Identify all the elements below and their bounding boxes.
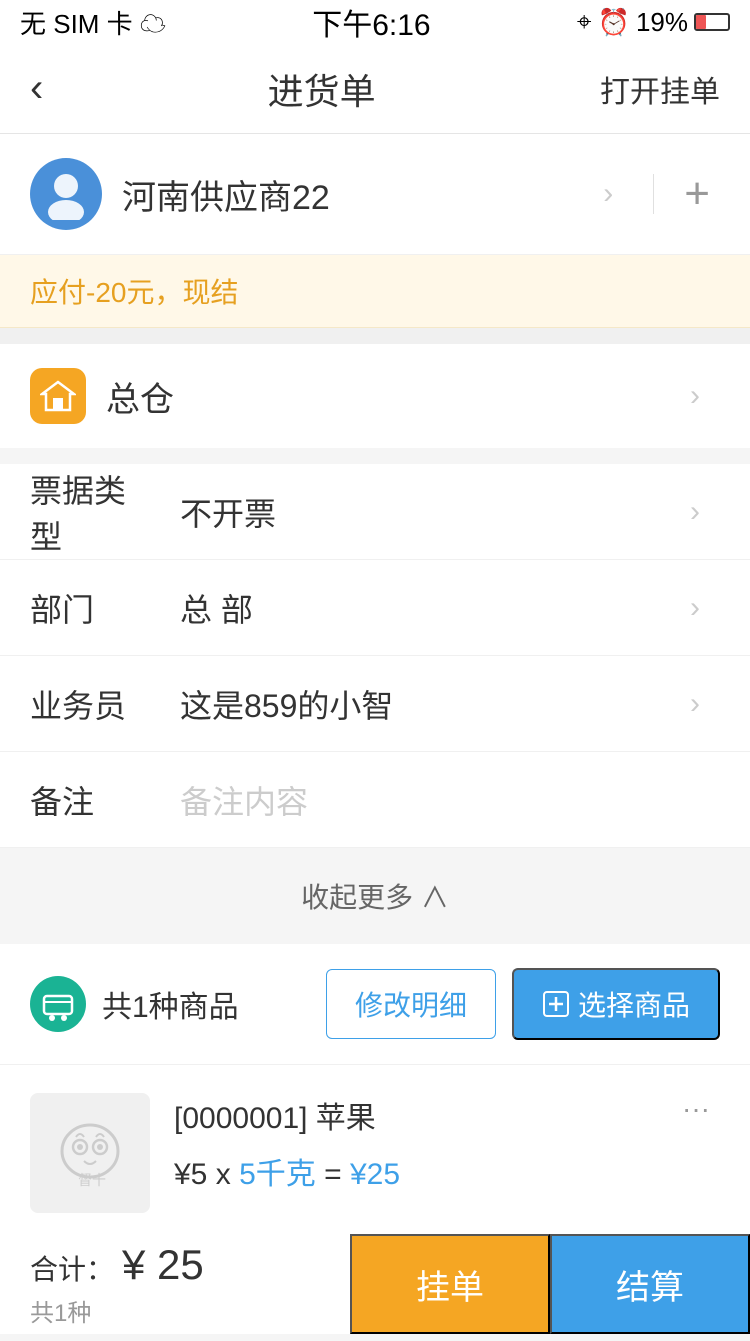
status-bar: 无 SIM 卡 ☁ 下午6:16 ⌖ ⏰ 19% xyxy=(0,0,750,44)
invoice-row[interactable]: 票据类型 不开票 › xyxy=(0,464,750,560)
salesman-row[interactable]: 业务员 这是859的小智 › xyxy=(0,656,750,752)
nav-bar: ‹ 进货单 打开挂单 xyxy=(0,44,750,134)
page-title: 进货单 xyxy=(268,63,376,115)
house-icon xyxy=(40,378,76,414)
bottom-bar: 合计： ¥ 25 共1种 挂单 结算 xyxy=(0,1234,750,1334)
status-left: 无 SIM 卡 ☁ xyxy=(20,4,166,41)
open-hang-button[interactable]: 打开挂单 xyxy=(600,67,720,111)
select-product-button[interactable]: 选择商品 xyxy=(512,968,720,1040)
warehouse-icon xyxy=(30,368,86,424)
department-chevron-icon: › xyxy=(690,591,700,625)
unit-price: ¥5 xyxy=(174,1158,207,1191)
collapse-row[interactable]: 收起更多 ∧ xyxy=(0,848,750,944)
select-product-icon xyxy=(542,990,570,1018)
svg-text:督十: 督十 xyxy=(78,1172,106,1188)
department-value: 总 部 xyxy=(150,585,690,631)
total-text: 合计： xyxy=(30,1248,114,1288)
products-icon xyxy=(30,976,86,1032)
payment-notice: 应付-20元，现结 xyxy=(0,255,750,328)
warehouse-row[interactable]: 总仓 › xyxy=(0,328,750,448)
warehouse-name: 总仓 xyxy=(106,372,690,421)
sim-text: 无 SIM 卡 ☁ xyxy=(20,4,166,41)
battery-icon xyxy=(694,13,730,31)
modify-detail-button[interactable]: 修改明细 xyxy=(326,969,496,1039)
equals-sign: = xyxy=(324,1158,350,1191)
supplier-divider xyxy=(653,174,654,214)
collapse-text: 收起更多 ∧ xyxy=(301,876,449,916)
select-product-label: 选择商品 xyxy=(578,984,690,1024)
product-info: [0000001] 苹果 ¥5 x 5千克 = ¥25 xyxy=(174,1093,672,1193)
person-icon xyxy=(40,168,92,220)
alarm-icon: ⏰ xyxy=(598,7,630,38)
product-name: [0000001] 苹果 xyxy=(174,1093,672,1137)
supplier-section: 河南供应商22 › + 应付-20元，现结 xyxy=(0,134,750,328)
product-thumbnail: 督十 xyxy=(30,1093,150,1213)
total-label: 合计： ¥ 25 xyxy=(30,1241,320,1289)
warehouse-chevron-icon: › xyxy=(690,379,700,413)
total-section: 合计： ¥ 25 共1种 xyxy=(0,1241,350,1328)
location-icon: ⌖ xyxy=(577,6,592,38)
product-placeholder-icon: 督十 xyxy=(50,1113,130,1193)
checkout-button[interactable]: 结算 xyxy=(550,1234,750,1334)
status-right: ⌖ ⏰ 19% xyxy=(577,6,730,38)
salesman-value: 这是859的小智 xyxy=(150,681,690,727)
salesman-chevron-icon: › xyxy=(690,687,700,721)
remark-row[interactable]: 备注 备注内容 xyxy=(0,752,750,848)
add-supplier-button[interactable]: + xyxy=(674,169,720,219)
supplier-name: 河南供应商22 xyxy=(122,170,603,219)
remark-input[interactable]: 备注内容 xyxy=(150,777,720,823)
status-time: 下午6:16 xyxy=(312,0,430,44)
invoice-chevron-icon: › xyxy=(690,495,700,529)
products-section: 共1种商品 修改明细 选择商品 督十 xyxy=(0,944,750,1241)
products-header: 共1种商品 修改明细 选择商品 xyxy=(0,944,750,1065)
remark-label: 备注 xyxy=(30,777,150,823)
total-amount: ¥ 25 xyxy=(122,1241,204,1289)
supplier-chevron-icon: › xyxy=(603,177,613,211)
multiply-sign: x xyxy=(216,1158,239,1191)
product-total: ¥25 xyxy=(350,1158,400,1191)
quantity: 5千克 xyxy=(239,1158,316,1191)
supplier-row[interactable]: 河南供应商22 › + xyxy=(0,134,750,255)
salesman-label: 业务员 xyxy=(30,681,150,727)
invoice-value: 不开票 xyxy=(150,489,690,535)
hang-button[interactable]: 挂单 xyxy=(350,1234,550,1334)
department-label: 部门 xyxy=(30,585,150,631)
back-button[interactable]: ‹ xyxy=(30,66,43,111)
total-sub: 共1种 xyxy=(30,1293,320,1328)
invoice-label: 票据类型 xyxy=(30,466,150,558)
product-item: 督十 [0000001] 苹果 ¥5 x 5千克 = ¥25 ··· xyxy=(0,1065,750,1241)
products-count: 共1种商品 xyxy=(102,982,310,1026)
product-price: ¥5 x 5千克 = ¥25 xyxy=(174,1149,672,1193)
cart-icon xyxy=(40,986,76,1022)
product-more-button[interactable]: ··· xyxy=(672,1093,720,1125)
battery-text: 19% xyxy=(636,7,688,38)
department-row[interactable]: 部门 总 部 › xyxy=(0,560,750,656)
form-section: 票据类型 不开票 › 部门 总 部 › 业务员 这是859的小智 › 备注 备注… xyxy=(0,464,750,848)
supplier-avatar xyxy=(30,158,102,230)
